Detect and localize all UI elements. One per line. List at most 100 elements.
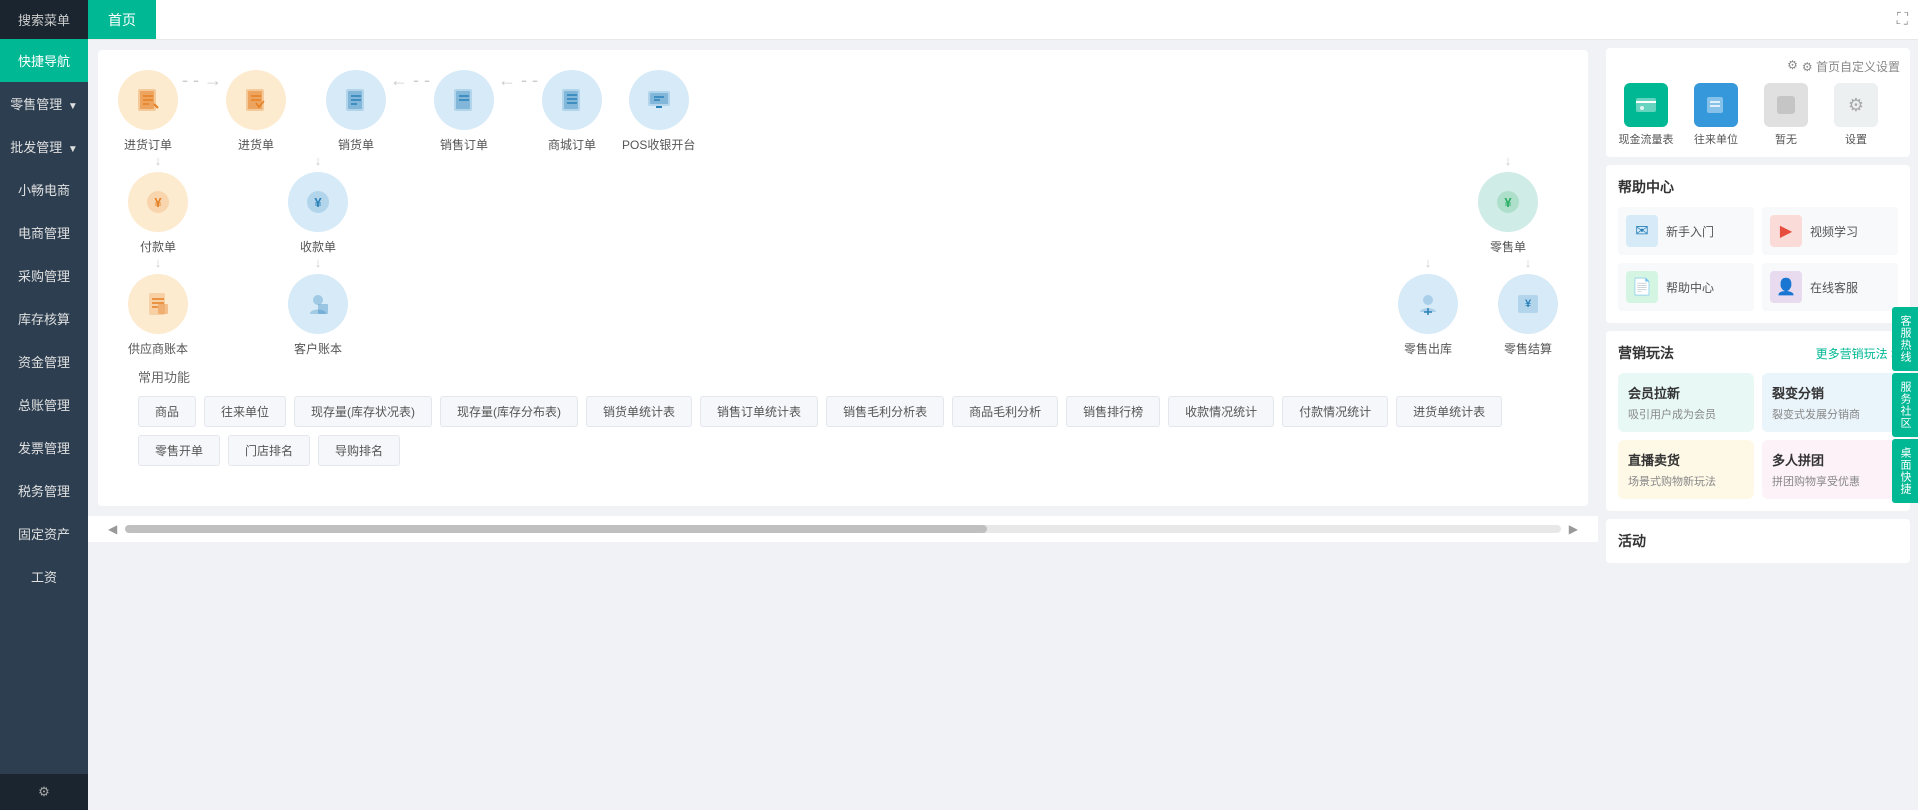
quick-icon-shezhi[interactable]: ⚙ 设置 bbox=[1826, 83, 1886, 147]
func-btn-jinhuodantongji[interactable]: 进货单统计表 bbox=[1396, 396, 1502, 427]
marketing-item-pintuan[interactable]: 多人拼团 拼团购物享受优惠 bbox=[1762, 440, 1898, 499]
wf-circle-xiaohuodan[interactable] bbox=[326, 70, 386, 130]
wf-col-kehu: ↓ 客户账本 bbox=[278, 255, 358, 357]
wf-circle-shoukuandan[interactable]: ¥ bbox=[288, 172, 348, 232]
scrollbar-track[interactable] bbox=[125, 525, 1561, 533]
marketing-item-zhibo[interactable]: 直播卖货 场景式购物新玩法 bbox=[1618, 440, 1754, 499]
sidebar-item-pifa[interactable]: 批发管理 ▼ bbox=[0, 125, 88, 168]
func-btn-lingshoukaidan[interactable]: 零售开单 bbox=[138, 435, 220, 466]
sidebar-item-caigou[interactable]: 采购管理 bbox=[0, 254, 88, 297]
help-center-title: 帮助中心 bbox=[1618, 177, 1898, 197]
wf-label-fukuandan: 付款单 bbox=[140, 238, 176, 255]
chevron-down-icon: ▼ bbox=[68, 144, 78, 155]
scroll-right-arrow[interactable]: ▶ bbox=[1569, 522, 1578, 536]
sidebar-search[interactable]: 搜索菜单 bbox=[0, 0, 88, 39]
func-btn-xiaoshoudingdantongji[interactable]: 销售订单统计表 bbox=[700, 396, 818, 427]
func-btn-shangpinmaoli[interactable]: 商品毛利分析 bbox=[952, 396, 1058, 427]
quick-icon-wanglaidan[interactable]: 往来单位 bbox=[1686, 83, 1746, 147]
wf-label-jinhuodingdan: 进货订单 bbox=[124, 136, 172, 153]
quick-icon-label-xianjin: 现金流量表 bbox=[1619, 131, 1674, 147]
help-item-bangzhuzhongxin[interactable]: 📄 帮助中心 bbox=[1618, 263, 1754, 311]
quick-icon-box-zanwu bbox=[1764, 83, 1808, 127]
marketing-title-huiyuan: 会员拉新 bbox=[1628, 383, 1744, 402]
wf-circle-lingshoujiesuan[interactable]: ¥ bbox=[1498, 274, 1558, 334]
wf-circle-pos[interactable] bbox=[629, 70, 689, 130]
sidebar-item-xiaochangdianshang[interactable]: 小畅电商 bbox=[0, 168, 88, 211]
wf-label-pos: POS收银开台 bbox=[622, 136, 695, 153]
quick-icon-box-shezhi: ⚙ bbox=[1834, 83, 1878, 127]
wf-circle-xiaoshoudingdan[interactable] bbox=[434, 70, 494, 130]
wf-col-lingshoud: ↓ ¥ 零售单 bbox=[1468, 153, 1548, 255]
homepage-settings[interactable]: ⚙ ⚙ 首页自定义设置 bbox=[1616, 58, 1900, 75]
float-btn-shequ[interactable]: 服务社区 bbox=[1892, 373, 1918, 437]
func-btn-shangpin[interactable]: 商品 bbox=[138, 396, 196, 427]
sidebar-settings-button[interactable]: ⚙ bbox=[0, 774, 88, 810]
marketing-more[interactable]: 更多营销玩法 > bbox=[1816, 345, 1898, 362]
bottom-scrollbar: ◀ ▶ bbox=[88, 516, 1598, 542]
help-item-shipinxuexi[interactable]: ▶ 视频学习 bbox=[1762, 207, 1898, 255]
topbar-right: ⛶ bbox=[1897, 11, 1918, 29]
marketing-desc-liebian: 裂变式发展分销商 bbox=[1772, 406, 1888, 422]
func-btn-xiaoshoumaolifen[interactable]: 销售毛利分析表 bbox=[826, 396, 944, 427]
func-btn-xianzunliang2[interactable]: 现存量(库存分布表) bbox=[440, 396, 578, 427]
help-item-xinshoumen[interactable]: ✉ 新手入门 bbox=[1618, 207, 1754, 255]
wf-label-lingshoujiesuan: 零售结算 bbox=[1504, 340, 1552, 357]
arrow-down-lingshoudan2: ↓ bbox=[1525, 255, 1532, 270]
activity-card: 活动 bbox=[1606, 519, 1910, 563]
help-label-shipin: 视频学习 bbox=[1810, 223, 1858, 240]
wf-circle-jinhuodingdan[interactable] bbox=[118, 70, 178, 130]
fullscreen-icon[interactable]: ⛶ bbox=[1897, 11, 1908, 28]
wf-col-lingshouchuku: ↓ 零售出库 bbox=[1388, 255, 1468, 357]
wf-circle-lingshouchuku[interactable] bbox=[1398, 274, 1458, 334]
sidebar-item-fapiao[interactable]: 发票管理 bbox=[0, 426, 88, 469]
sidebar-item-gongzi[interactable]: 工资 bbox=[0, 555, 88, 598]
float-btn-kefu[interactable]: 客服热线 bbox=[1892, 307, 1918, 371]
sidebar-item-shuiwu[interactable]: 税务管理 bbox=[0, 469, 88, 512]
wf-circle-fukuandan[interactable]: ¥ bbox=[128, 172, 188, 232]
marketing-item-huiyuanlaxin[interactable]: 会员拉新 吸引用户成为会员 bbox=[1618, 373, 1754, 432]
activity-title: 活动 bbox=[1618, 531, 1898, 551]
wf-label-xiaoshoudingdan: 销售订单 bbox=[440, 136, 488, 153]
help-icon-xinshou: ✉ bbox=[1626, 215, 1658, 247]
func-btn-wanglaidanwei[interactable]: 往来单位 bbox=[204, 396, 286, 427]
wf-circle-jinhuodan[interactable] bbox=[226, 70, 286, 130]
sidebar-item-zongzhang[interactable]: 总账管理 bbox=[0, 383, 88, 426]
sidebar-item-gudingzichan[interactable]: 固定资产 bbox=[0, 512, 88, 555]
quick-icon-label-wanglai: 往来单位 bbox=[1694, 131, 1738, 147]
content-area: 进货订单 - - → bbox=[88, 40, 1918, 810]
func-btn-xiaoshoupaihang[interactable]: 销售排行榜 bbox=[1066, 396, 1160, 427]
scroll-left-arrow[interactable]: ◀ bbox=[108, 522, 117, 536]
common-func-title: 常用功能 bbox=[138, 367, 1548, 386]
marketing-item-liebianfenxiao[interactable]: 裂变分销 裂变式发展分销商 bbox=[1762, 373, 1898, 432]
wf-circle-lingshoudan[interactable]: ¥ bbox=[1478, 172, 1538, 232]
arrow-left-2: ← - - bbox=[494, 70, 542, 117]
sidebar-item-lingshou[interactable]: 零售管理 ▼ bbox=[0, 82, 88, 125]
sidebar-item-dianshangguan[interactable]: 电商管理 bbox=[0, 211, 88, 254]
func-btn-shoukuanqingkuang[interactable]: 收款情况统计 bbox=[1168, 396, 1274, 427]
quick-nav-icons: 现金流量表 往来单位 bbox=[1616, 83, 1900, 147]
wf-circle-gongyingshangzhangben[interactable] bbox=[128, 274, 188, 334]
func-btn-fukuanqingkuang[interactable]: 付款情况统计 bbox=[1282, 396, 1388, 427]
sidebar-item-zijin[interactable]: 资金管理 bbox=[0, 340, 88, 383]
func-btn-xianzunliang1[interactable]: 现存量(库存状况表) bbox=[294, 396, 432, 427]
wf-circle-shangchengdingdan[interactable] bbox=[542, 70, 602, 130]
func-btn-xiaohuodantongji[interactable]: 销货单统计表 bbox=[586, 396, 692, 427]
tab-home[interactable]: 首页 bbox=[88, 0, 156, 39]
workflow-row2: ↓ ¥ 付款单 ↓ bbox=[118, 153, 1568, 255]
wf-col-fukuan: ↓ ¥ 付款单 bbox=[118, 153, 198, 255]
main-area: 首页 ⛶ bbox=[88, 0, 1918, 810]
wf-label-lingshoudan: 零售单 bbox=[1490, 238, 1526, 255]
arrow-down-lingshoudan: ↓ bbox=[1425, 255, 1432, 270]
float-btn-zhuomian[interactable]: 桌面快捷 bbox=[1892, 439, 1918, 503]
gear-icon-quicknav: ⚙ bbox=[1848, 95, 1864, 116]
help-card: 帮助中心 ✉ 新手入门 ▶ 视频学习 📄 帮助中心 👤 bbox=[1606, 165, 1910, 323]
sidebar-item-kuaijie[interactable]: 快捷导航 bbox=[0, 39, 88, 82]
quick-icon-xianjinliuliang[interactable]: 现金流量表 bbox=[1616, 83, 1676, 147]
func-btn-mendianpaihang[interactable]: 门店排名 bbox=[228, 435, 310, 466]
func-btn-daogoupaihang[interactable]: 导购排名 bbox=[318, 435, 400, 466]
help-item-zaixiankefu[interactable]: 👤 在线客服 bbox=[1762, 263, 1898, 311]
help-grid: ✉ 新手入门 ▶ 视频学习 📄 帮助中心 👤 在线客服 bbox=[1618, 207, 1898, 311]
wf-circle-kehuzhangben[interactable] bbox=[288, 274, 348, 334]
sidebar-item-kucun[interactable]: 库存核算 bbox=[0, 297, 88, 340]
quick-icon-zanwu: 暂无 bbox=[1756, 83, 1816, 147]
